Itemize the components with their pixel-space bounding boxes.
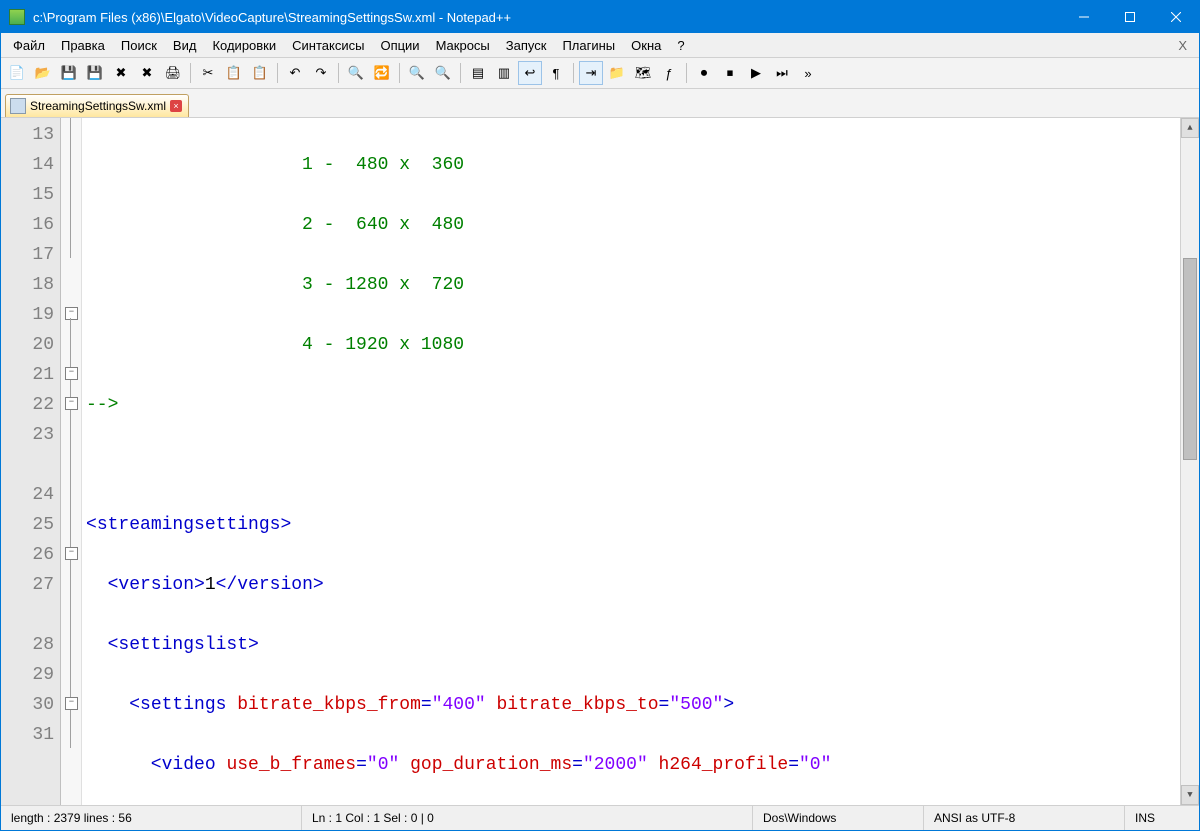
fold-toggle-icon[interactable]: − [65,307,78,320]
file-icon [10,98,26,114]
status-eol: Dos\Windows [753,806,924,830]
menu-edit[interactable]: Правка [53,36,113,55]
menu-search[interactable]: Поиск [113,36,165,55]
status-encoding: ANSI as UTF-8 [924,806,1125,830]
statusbar: length : 2379 lines : 56 Ln : 1 Col : 1 … [1,805,1199,830]
menu-options[interactable]: Опции [372,36,427,55]
tab-active[interactable]: StreamingSettingsSw.xml × [5,94,189,117]
vertical-scrollbar[interactable]: ▲ ▼ [1180,118,1199,805]
sync-h-icon[interactable]: ▥ [492,61,516,85]
menu-syntax[interactable]: Синтаксисы [284,36,372,55]
record-macro-icon[interactable]: ⏺ [692,61,716,85]
close-all-icon[interactable]: ✖ [135,61,159,85]
scroll-down-icon[interactable]: ▼ [1181,785,1199,805]
app-icon [9,9,25,25]
window-title: c:\Program Files (x86)\Elgato\VideoCaptu… [33,10,1061,25]
scroll-thumb[interactable] [1183,258,1197,460]
zoom-out-icon[interactable]: 🔍 [431,61,455,85]
print-icon[interactable]: 🖨 [161,61,185,85]
play-macro-icon[interactable]: ▶ [744,61,768,85]
paste-icon[interactable]: 📋 [248,61,272,85]
tabbar: StreamingSettingsSw.xml × [1,89,1199,118]
menu-plugins[interactable]: Плагины [554,36,623,55]
menu-help[interactable]: ? [669,36,692,55]
wrap-icon[interactable]: ↩ [518,61,542,85]
save-icon[interactable]: 💾 [57,61,81,85]
fold-toggle-icon[interactable]: − [65,547,78,560]
toolbar-overflow-icon[interactable]: » [796,61,820,85]
show-all-chars-icon[interactable]: ¶ [544,61,568,85]
toolbar: 📄 📂 💾 💾 ✖ ✖ 🖨 ✂ 📋 📋 ↶ ↷ 🔍 🔁 🔍 🔍 ▤ ▥ ↩ ¶ … [1,58,1199,89]
open-file-icon[interactable]: 📂 [31,61,55,85]
copy-icon[interactable]: 📋 [222,61,246,85]
minimize-button[interactable] [1061,1,1107,33]
undo-icon[interactable]: ↶ [283,61,307,85]
menu-file[interactable]: Файл [5,36,53,55]
save-all-icon[interactable]: 💾 [83,61,107,85]
replace-icon[interactable]: 🔁 [370,61,394,85]
new-file-icon[interactable]: 📄 [5,61,29,85]
close-button[interactable] [1153,1,1199,33]
menu-run[interactable]: Запуск [498,36,555,55]
sync-v-icon[interactable]: ▤ [466,61,490,85]
scroll-up-icon[interactable]: ▲ [1181,118,1199,138]
menu-macros[interactable]: Макросы [428,36,498,55]
fold-toggle-icon[interactable]: − [65,367,78,380]
status-position: Ln : 1 Col : 1 Sel : 0 | 0 [302,806,753,830]
maximize-button[interactable] [1107,1,1153,33]
line-number-gutter: 13141516171819202122232425262728293031 [1,118,61,805]
function-list-icon[interactable]: ƒ [657,61,681,85]
close-file-icon[interactable]: ✖ [109,61,133,85]
stop-macro-icon[interactable]: ⏹ [718,61,742,85]
menu-windows[interactable]: Окна [623,36,669,55]
tab-label: StreamingSettingsSw.xml [30,99,166,113]
zoom-in-icon[interactable]: 🔍 [405,61,429,85]
redo-icon[interactable]: ↷ [309,61,333,85]
find-icon[interactable]: 🔍 [344,61,368,85]
app-window: c:\Program Files (x86)\Elgato\VideoCaptu… [0,0,1200,831]
titlebar[interactable]: c:\Program Files (x86)\Elgato\VideoCaptu… [1,1,1199,33]
folder-as-workspace-icon[interactable]: 📁 [605,61,629,85]
status-insert-mode: INS [1125,806,1199,830]
tab-close-icon[interactable]: × [170,100,182,112]
code-area[interactable]: 1 - 480 x 360 2 - 640 x 480 3 - 1280 x 7… [82,118,1180,805]
fold-column: − − − − − [61,118,82,805]
editor[interactable]: 13141516171819202122232425262728293031 −… [1,118,1199,805]
cut-icon[interactable]: ✂ [196,61,220,85]
menu-encoding[interactable]: Кодировки [204,36,284,55]
menu-close-x[interactable]: X [1170,36,1195,55]
fold-toggle-icon[interactable]: − [65,397,78,410]
menu-view[interactable]: Вид [165,36,205,55]
indent-guide-icon[interactable]: ⇥ [579,61,603,85]
doc-map-icon[interactable]: 🗺 [631,61,655,85]
fold-toggle-icon[interactable]: − [65,697,78,710]
play-multi-icon[interactable]: ⏭ [770,61,794,85]
menubar: Файл Правка Поиск Вид Кодировки Синтакси… [1,33,1199,58]
status-length: length : 2379 lines : 56 [1,806,302,830]
